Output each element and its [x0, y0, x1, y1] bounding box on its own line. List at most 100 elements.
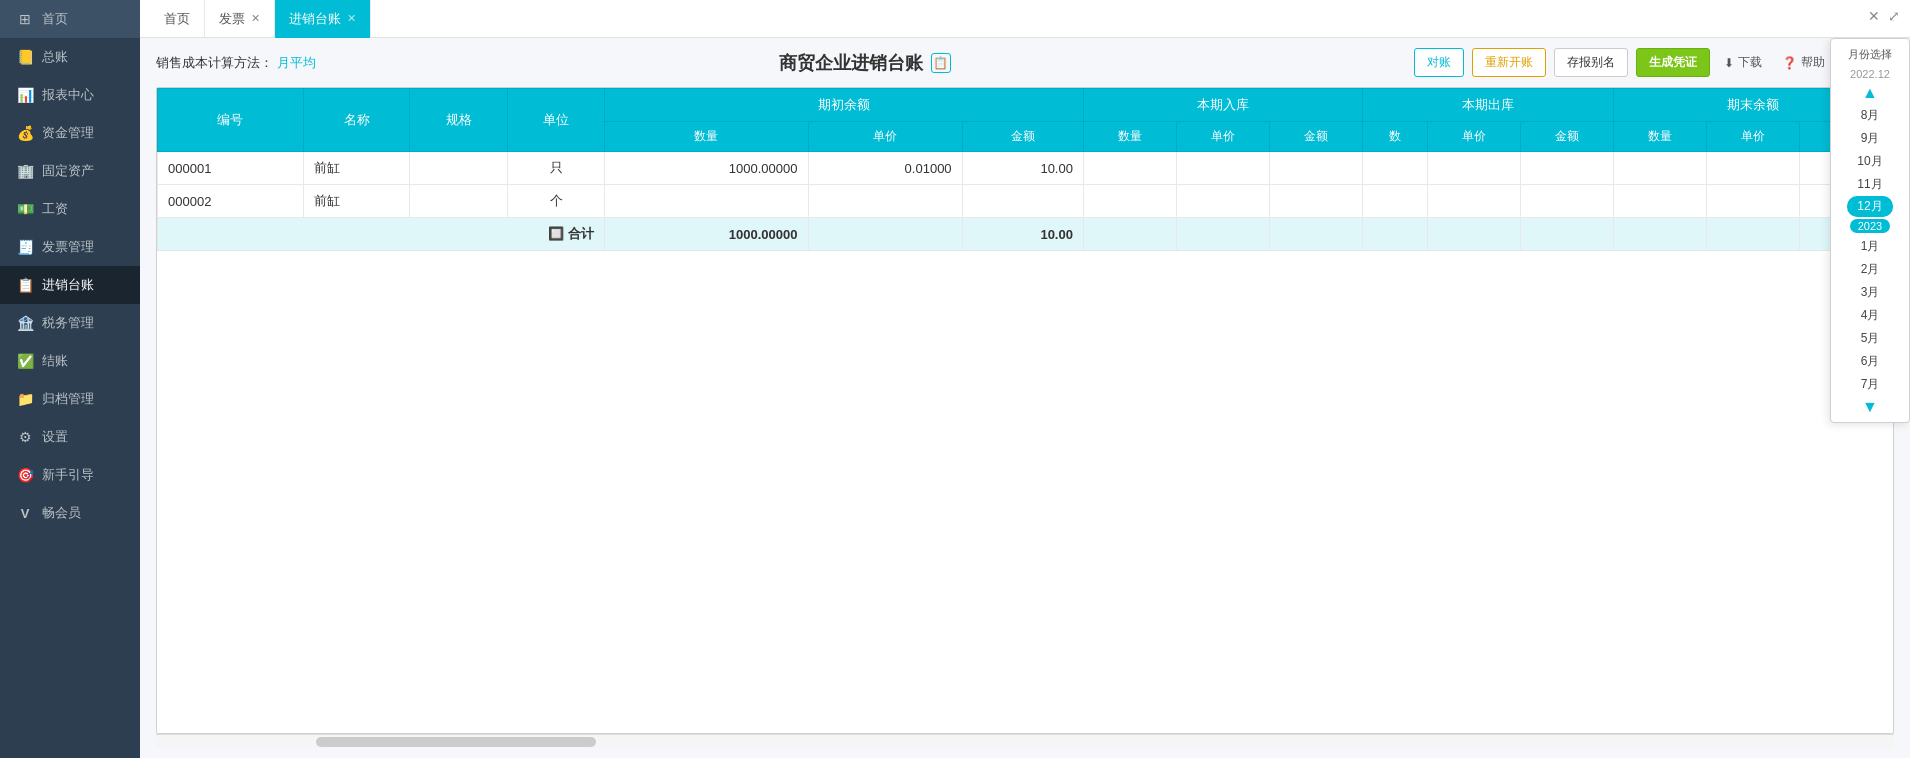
sidebar-item-reports[interactable]: 📊 报表中心	[0, 76, 140, 114]
sidebar-item-settings[interactable]: ⚙ 设置	[0, 418, 140, 456]
sidebar-item-label: 进销台账	[42, 276, 94, 294]
sidebar-item-fixed-assets[interactable]: 🏢 固定资产	[0, 152, 140, 190]
funds-icon: 💰	[16, 125, 34, 141]
col-group-qichu: 期初余额	[605, 89, 1084, 122]
cell-id: 000002	[158, 185, 304, 218]
main-area: 首页 发票 ✕ 进销台账 ✕ 销售成本计算方法： 月平均 商贸企业进销台账 📋 …	[140, 0, 1910, 758]
month-nav-up[interactable]: ▲	[1854, 87, 1886, 104]
cell-chuku-qty	[1362, 152, 1428, 185]
month-item-6[interactable]: 6月	[1831, 350, 1894, 373]
sidebar-item-tax[interactable]: 🏦 税务管理	[0, 304, 140, 342]
cell-spec	[410, 152, 507, 185]
month-item-9[interactable]: 9月	[1831, 127, 1894, 150]
cost-method-label: 销售成本计算方法：	[156, 55, 273, 70]
purchase-sales-icon: 📋	[16, 277, 34, 293]
cell-chuku-price	[1428, 185, 1521, 218]
month-item-1[interactable]: 1月	[1831, 235, 1894, 258]
month-panel: 月份选择 2022.12 ▲ 8月 9月 10月 11月 12月 2023 1月…	[1830, 87, 1894, 423]
scroll-bar[interactable]	[156, 734, 1894, 748]
month-item-12[interactable]: 12月	[1847, 196, 1892, 217]
total-chuku-qty	[1362, 218, 1428, 251]
data-table-wrapper: 编号 名称 规格 单位 期初余额 本期入库 本期出库 期末余额 数量 单价	[156, 87, 1894, 734]
sidebar-item-invoice-mgmt[interactable]: 🧾 发票管理	[0, 228, 140, 266]
month-item-10[interactable]: 10月	[1831, 150, 1894, 173]
toolbar-actions: 对账 重新开账 存报别名 生成凭证 ⬇ 下载 ❓ 帮助 🔄 刷新	[1414, 48, 1894, 77]
month-item-8[interactable]: 8月	[1831, 104, 1894, 127]
sidebar-item-label: 工资	[42, 200, 68, 218]
sidebar-item-funds[interactable]: 💰 资金管理	[0, 114, 140, 152]
cell-qichu-price: 0.01000	[808, 152, 962, 185]
generate-voucher-button[interactable]: 生成凭证	[1636, 48, 1710, 77]
cell-chuku-qty	[1362, 185, 1428, 218]
help-button[interactable]: ❓ 帮助	[1776, 50, 1831, 75]
cell-ruku-qty	[1083, 152, 1176, 185]
sub-ruku-amount: 金额	[1269, 122, 1362, 152]
total-row: 🔲合计 1000.00000 10.00	[158, 218, 1893, 251]
tax-icon: 🏦	[16, 315, 34, 331]
total-chuku-amount	[1521, 218, 1614, 251]
cell-qimo-qty	[1614, 185, 1707, 218]
sub-chuku-amount: 金额	[1521, 122, 1614, 152]
title-icon-button[interactable]: 📋	[931, 53, 951, 73]
tab-purchase-sales-close[interactable]: ✕	[347, 12, 356, 25]
sidebar-item-wages[interactable]: 💵 工资	[0, 190, 140, 228]
sidebar-item-home[interactable]: ⊞ 首页	[0, 0, 140, 38]
month-item-2[interactable]: 2月	[1831, 258, 1894, 281]
maximize-window-button[interactable]: ⤢	[1888, 8, 1900, 24]
month-item-4[interactable]: 4月	[1831, 304, 1894, 327]
invoice-mgmt-icon: 🧾	[16, 239, 34, 255]
sub-ruku-price: 单价	[1176, 122, 1269, 152]
wages-icon: 💵	[16, 201, 34, 217]
cell-ruku-price	[1176, 185, 1269, 218]
ledger-icon: 📒	[16, 49, 34, 65]
cell-qichu-qty: 1000.00000	[605, 152, 808, 185]
tab-invoice-label: 发票	[219, 10, 245, 28]
total-ruku-price	[1176, 218, 1269, 251]
cell-qichu-amount: 10.00	[962, 152, 1083, 185]
cell-ruku-amount	[1269, 152, 1362, 185]
sidebar-item-archive[interactable]: 📁 归档管理	[0, 380, 140, 418]
cell-chuku-price	[1428, 152, 1521, 185]
sidebar-item-label: 资金管理	[42, 124, 94, 142]
sidebar-item-guide[interactable]: 🎯 新手引导	[0, 456, 140, 494]
total-qichu-qty: 1000.00000	[605, 218, 808, 251]
tab-purchase-sales[interactable]: 进销台账 ✕	[275, 0, 371, 38]
page-title-area: 商贸企业进销台账 📋	[779, 51, 951, 75]
sub-chuku-qty: 数	[1362, 122, 1428, 152]
cell-chuku-amount	[1521, 185, 1614, 218]
sidebar-item-general-ledger[interactable]: 📒 总账	[0, 38, 140, 76]
month-item-5[interactable]: 5月	[1831, 327, 1894, 350]
download-button[interactable]: ⬇ 下载	[1718, 50, 1768, 75]
col-group-ruku: 本期入库	[1083, 89, 1362, 122]
sidebar-item-label: 总账	[42, 48, 68, 66]
table-row: 000001 前缸 只 1000.00000 0.01000 10.00	[158, 152, 1893, 185]
reports-icon: 📊	[16, 87, 34, 103]
sub-ruku-qty: 数量	[1083, 122, 1176, 152]
sidebar-item-label: 归档管理	[42, 390, 94, 408]
sidebar-item-label: 新手引导	[42, 466, 94, 484]
month-item-7[interactable]: 7月	[1831, 373, 1894, 396]
cell-qichu-qty	[605, 185, 808, 218]
sidebar-item-member[interactable]: V 畅会员	[0, 494, 140, 532]
tab-invoice[interactable]: 发票 ✕	[205, 0, 275, 38]
month-nav-down[interactable]: ▼	[1854, 396, 1886, 418]
col-group-chuku: 本期出库	[1362, 89, 1614, 122]
sidebar-item-label: 首页	[42, 10, 68, 28]
sidebar-item-label: 设置	[42, 428, 68, 446]
reconcile-button[interactable]: 对账	[1414, 48, 1464, 77]
month-item-3[interactable]: 3月	[1831, 281, 1894, 304]
tab-invoice-close[interactable]: ✕	[251, 12, 260, 25]
home-icon: ⊞	[16, 11, 34, 27]
tab-home[interactable]: 首页	[150, 0, 205, 38]
save-as-button[interactable]: 存报别名	[1554, 48, 1628, 77]
content-area: 销售成本计算方法： 月平均 商贸企业进销台账 📋 对账 重新开账 存报别名 生成…	[140, 38, 1910, 758]
cell-qimo-qty	[1614, 152, 1707, 185]
month-item-11[interactable]: 11月	[1831, 173, 1894, 196]
close-window-button[interactable]: ✕	[1868, 8, 1880, 24]
sidebar-item-settlement[interactable]: ✅ 结账	[0, 342, 140, 380]
reopen-button[interactable]: 重新开账	[1472, 48, 1546, 77]
sidebar-item-purchase-sales[interactable]: 📋 进销台账	[0, 266, 140, 304]
cell-unit: 个	[507, 185, 604, 218]
scroll-thumb[interactable]	[316, 737, 596, 747]
total-ruku-amount	[1269, 218, 1362, 251]
